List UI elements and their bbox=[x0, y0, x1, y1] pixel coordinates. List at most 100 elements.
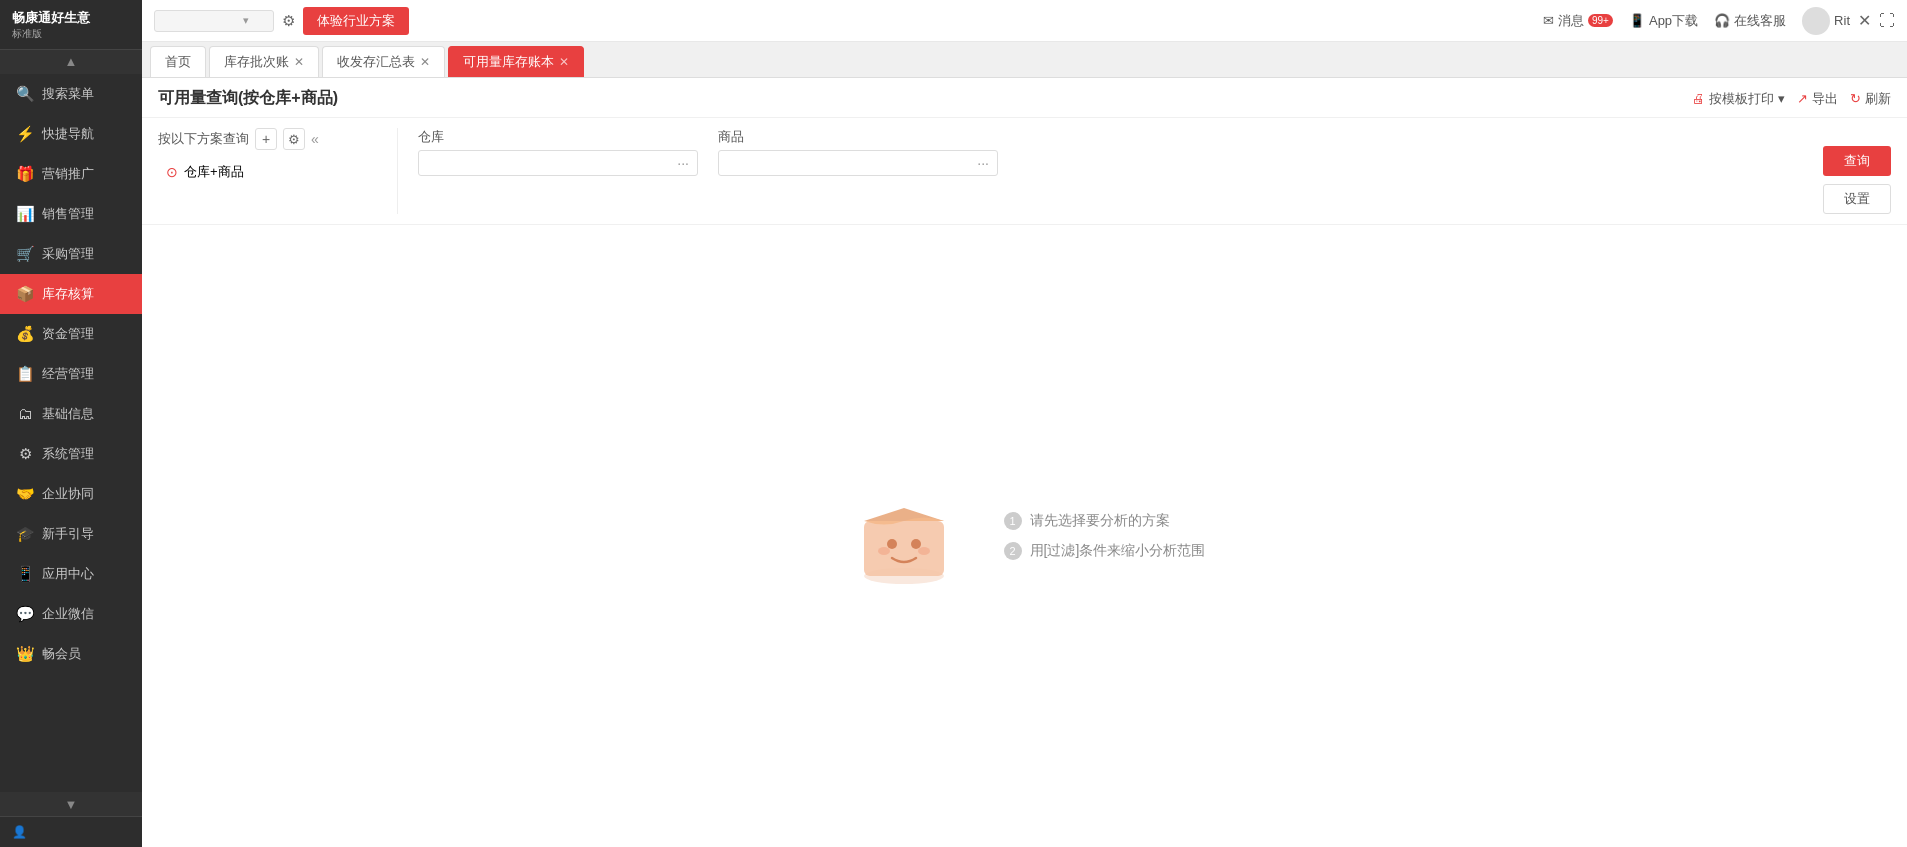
sidebar-item-wechat[interactable]: 💬 企业微信 bbox=[0, 594, 142, 634]
scheme-label: 仓库+商品 bbox=[184, 163, 244, 181]
sidebar-item-enterprise[interactable]: 🤝 企业协同 bbox=[0, 474, 142, 514]
tab-available[interactable]: 可用量库存账本 ✕ bbox=[448, 46, 584, 77]
system-icon: ⚙ bbox=[16, 445, 34, 463]
tab-summary-close[interactable]: ✕ bbox=[420, 56, 430, 68]
filter-add-button[interactable]: + bbox=[255, 128, 277, 150]
member-icon: 👑 bbox=[16, 645, 34, 663]
purchase-icon: 🛒 bbox=[16, 245, 34, 263]
tab-home[interactable]: 首页 bbox=[150, 46, 206, 77]
page-actions: 🖨 按模板打印 ▾ ↗ 导出 ↻ 刷新 bbox=[1692, 90, 1891, 108]
sidebar-item-label: 系统管理 bbox=[42, 445, 94, 463]
sidebar-item-label: 基础信息 bbox=[42, 405, 94, 423]
warehouse-input-box[interactable]: ··· bbox=[418, 150, 698, 176]
app-label: App下载 bbox=[1649, 12, 1698, 30]
topbar-right: ✉ 消息 99+ 📱 App下载 🎧 在线客服 Rit bbox=[1543, 7, 1850, 35]
filter-collapse-button[interactable]: « bbox=[311, 131, 319, 147]
warehouse-field-label: 仓库 bbox=[418, 128, 698, 146]
empty-tips: 1 请先选择要分析的方案 2 用[过滤]条件来缩小分析范围 bbox=[1004, 512, 1206, 560]
user-name: Rit bbox=[1834, 13, 1850, 28]
sidebar-item-inventory[interactable]: 📦 库存核算 bbox=[0, 274, 142, 314]
sidebar-item-label: 畅会员 bbox=[42, 645, 81, 663]
user-profile[interactable]: Rit bbox=[1802, 7, 1850, 35]
goods-more-icon[interactable]: ··· bbox=[977, 155, 989, 171]
print-button[interactable]: 🖨 按模板打印 ▾ bbox=[1692, 90, 1785, 108]
empty-tip-1: 1 请先选择要分析的方案 bbox=[1004, 512, 1206, 530]
app-download-button[interactable]: 📱 App下载 bbox=[1629, 12, 1698, 30]
window-expand-button[interactable]: ⛶ bbox=[1879, 12, 1895, 30]
sidebar-item-purchase[interactable]: 🛒 采购管理 bbox=[0, 234, 142, 274]
sidebar-item-system[interactable]: ⚙ 系统管理 bbox=[0, 434, 142, 474]
tab-summary[interactable]: 收发存汇总表 ✕ bbox=[322, 46, 445, 77]
tab-available-close[interactable]: ✕ bbox=[559, 56, 569, 68]
service-icon: 🎧 bbox=[1714, 13, 1730, 28]
enterprise-icon: 🤝 bbox=[16, 485, 34, 503]
window-close-button[interactable]: ✕ bbox=[1858, 11, 1871, 30]
tab-batch-close[interactable]: ✕ bbox=[294, 56, 304, 68]
sidebar-item-label: 应用中心 bbox=[42, 565, 94, 583]
message-button[interactable]: ✉ 消息 99+ bbox=[1543, 12, 1613, 30]
sidebar-item-guide[interactable]: 🎓 新手引导 bbox=[0, 514, 142, 554]
print-chevron-icon: ▾ bbox=[1778, 91, 1785, 106]
sidebar-scroll-up[interactable]: ▲ bbox=[0, 50, 142, 74]
refresh-button[interactable]: ↻ 刷新 bbox=[1850, 90, 1891, 108]
filter-label: 按以下方案查询 + ⚙ « bbox=[158, 128, 385, 150]
sales-icon: 📊 bbox=[16, 205, 34, 223]
empty-state: 1 请先选择要分析的方案 2 用[过滤]条件来缩小分析范围 bbox=[142, 225, 1907, 847]
finance-icon: 💰 bbox=[16, 325, 34, 343]
sidebar-item-label: 企业协同 bbox=[42, 485, 94, 503]
sidebar-item-basic[interactable]: 🗂 基础信息 bbox=[0, 394, 142, 434]
guide-icon: 🎓 bbox=[16, 525, 34, 543]
online-service-button[interactable]: 🎧 在线客服 bbox=[1714, 12, 1786, 30]
logo-sub: 标准版 bbox=[12, 27, 130, 41]
sidebar-scroll-down[interactable]: ▼ bbox=[0, 792, 142, 816]
goods-input[interactable] bbox=[727, 156, 977, 171]
sidebar-item-search[interactable]: 🔍 搜索菜单 bbox=[0, 74, 142, 114]
sidebar-item-label: 新手引导 bbox=[42, 525, 94, 543]
tab-available-label: 可用量库存账本 bbox=[463, 53, 554, 71]
sidebar: 畅康通好生意 标准版 ▲ 🔍 搜索菜单 ⚡ 快捷导航 🎁 营销推广 📊 销售管理… bbox=[0, 0, 142, 847]
chevron-down-icon[interactable]: ▾ bbox=[243, 14, 249, 27]
tab-batch[interactable]: 库存批次账 ✕ bbox=[209, 46, 319, 77]
tip-num-2: 2 bbox=[1004, 542, 1022, 560]
sidebar-item-label: 库存核算 bbox=[42, 285, 94, 303]
tip-text-2: 用[过滤]条件来缩小分析范围 bbox=[1030, 542, 1206, 560]
sidebar-item-label: 快捷导航 bbox=[42, 125, 94, 143]
gear-icon[interactable]: ⚙ bbox=[282, 12, 295, 30]
export-button[interactable]: ↗ 导出 bbox=[1797, 90, 1838, 108]
topbar-search-input[interactable] bbox=[163, 14, 243, 28]
scheme-icon: ⊙ bbox=[166, 164, 178, 180]
sidebar-item-finance[interactable]: 💰 资金管理 bbox=[0, 314, 142, 354]
topbar: ▾ ⚙ 体验行业方案 ✉ 消息 99+ 📱 App下载 🎧 在线客服 Rit ✕ bbox=[142, 0, 1907, 42]
svg-point-5 bbox=[918, 547, 930, 555]
export-label: 导出 bbox=[1812, 90, 1838, 108]
sidebar-item-label: 销售管理 bbox=[42, 205, 94, 223]
refresh-icon: ↻ bbox=[1850, 91, 1861, 106]
sidebar-item-operation[interactable]: 📋 经营管理 bbox=[0, 354, 142, 394]
filter-scheme-item[interactable]: ⊙ 仓库+商品 bbox=[158, 158, 385, 186]
quick-nav-icon: ⚡ bbox=[16, 125, 34, 143]
settings-button[interactable]: 设置 bbox=[1823, 184, 1891, 214]
sidebar-item-sales[interactable]: 📊 销售管理 bbox=[0, 194, 142, 234]
wechat-icon: 💬 bbox=[16, 605, 34, 623]
tab-home-label: 首页 bbox=[165, 53, 191, 71]
warehouse-input[interactable] bbox=[427, 156, 677, 171]
sidebar-bottom: 👤 bbox=[0, 816, 142, 847]
sidebar-item-quick-nav[interactable]: ⚡ 快捷导航 bbox=[0, 114, 142, 154]
sidebar-item-marketing[interactable]: 🎁 营销推广 bbox=[0, 154, 142, 194]
avatar bbox=[1802, 7, 1830, 35]
trial-industry-button[interactable]: 体验行业方案 bbox=[303, 7, 409, 35]
sidebar-item-member[interactable]: 👑 畅会员 bbox=[0, 634, 142, 674]
sidebar-item-label: 企业微信 bbox=[42, 605, 94, 623]
query-button[interactable]: 查询 bbox=[1823, 146, 1891, 176]
sidebar-item-label: 搜索菜单 bbox=[42, 85, 94, 103]
goods-input-box[interactable]: ··· bbox=[718, 150, 998, 176]
filter-scheme-settings-button[interactable]: ⚙ bbox=[283, 128, 305, 150]
topbar-search-box[interactable]: ▾ bbox=[154, 10, 274, 32]
refresh-label: 刷新 bbox=[1865, 90, 1891, 108]
warehouse-more-icon[interactable]: ··· bbox=[677, 155, 689, 171]
svg-point-3 bbox=[911, 539, 921, 549]
empty-tip-2: 2 用[过滤]条件来缩小分析范围 bbox=[1004, 542, 1206, 560]
sidebar-item-apps[interactable]: 📱 应用中心 bbox=[0, 554, 142, 594]
message-label: 消息 bbox=[1558, 12, 1584, 30]
empty-illustration bbox=[844, 476, 964, 596]
